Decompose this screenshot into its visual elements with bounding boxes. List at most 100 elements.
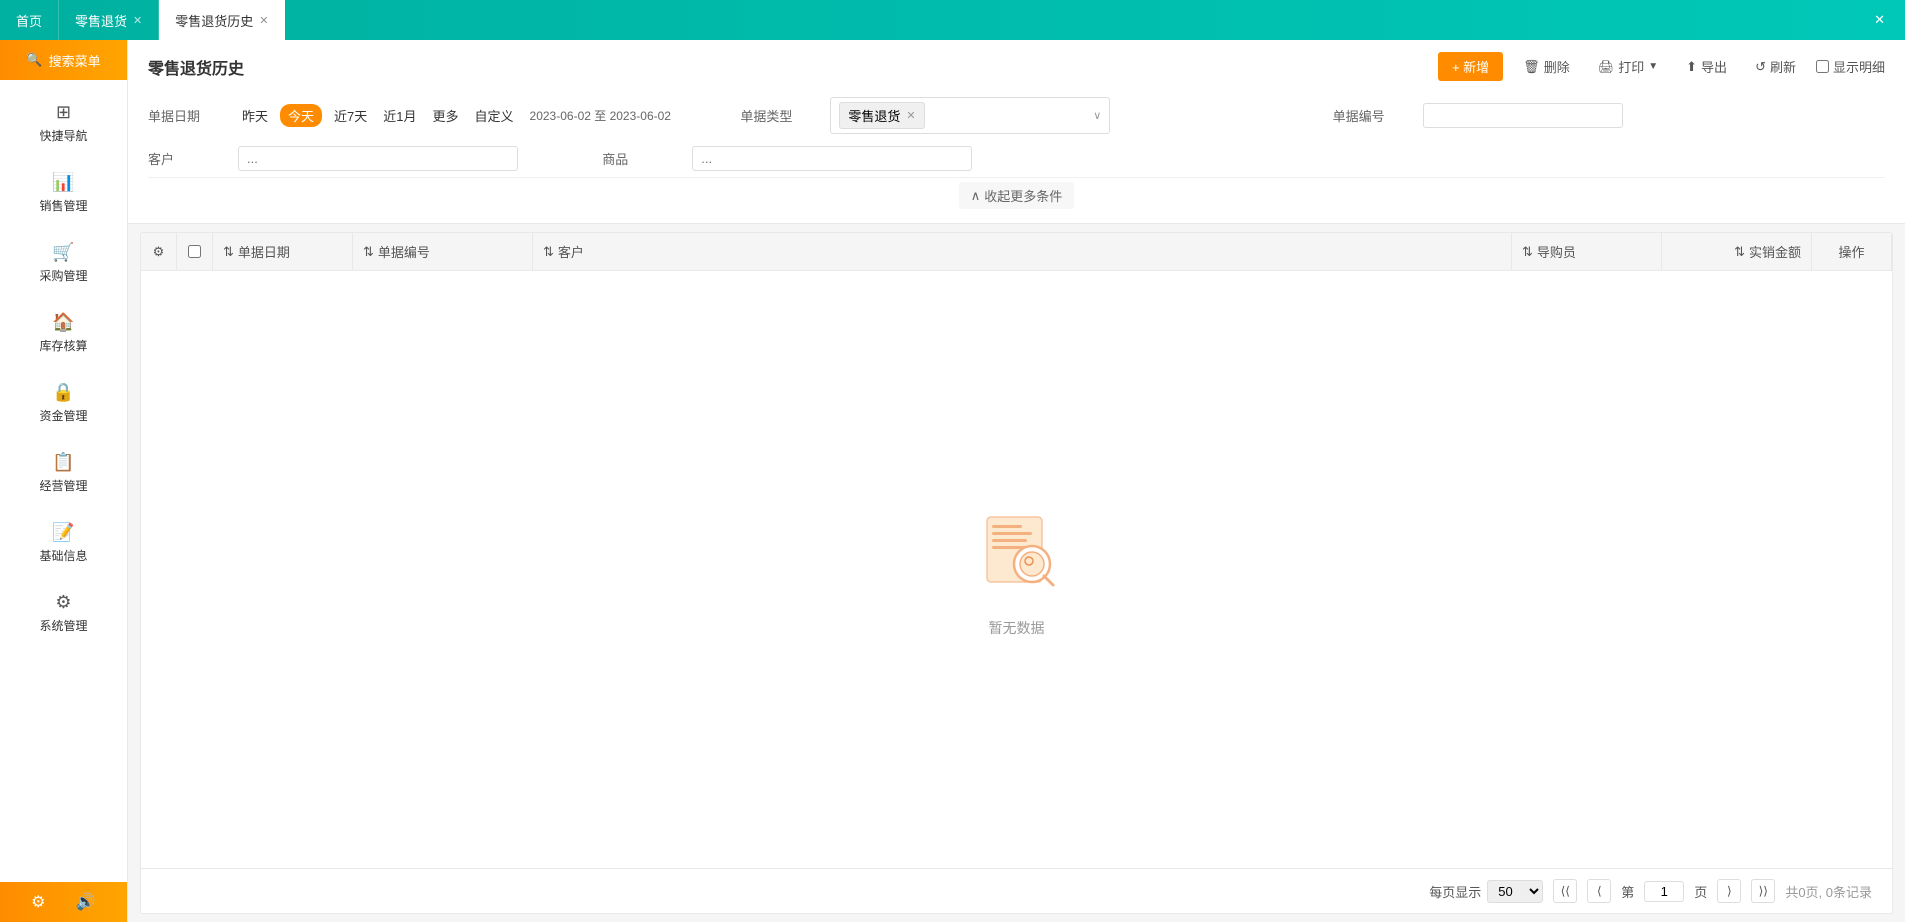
- basic-info-icon: 📝: [52, 522, 74, 543]
- goods-filter-input[interactable]: [692, 146, 972, 171]
- th-amount[interactable]: ⇅ 实销金额: [1662, 233, 1812, 270]
- date-opt-1month[interactable]: 近1月: [379, 104, 420, 127]
- date-opt-today[interactable]: 今天: [280, 104, 322, 127]
- page-size-label: 每页显示: [1429, 882, 1481, 901]
- th-date[interactable]: ⇅ 单据日期: [213, 233, 353, 270]
- customer-filter-label: 客户: [148, 149, 228, 168]
- sidebar-item-sales-mgmt[interactable]: 📊 销售管理: [0, 158, 127, 228]
- filter-cell-number: 单据编号: [1333, 103, 1885, 128]
- sidebar-footer: ⚙ 🔊: [0, 882, 127, 922]
- th-action-text: 操作: [1838, 242, 1864, 261]
- audio-footer-icon[interactable]: 🔊: [76, 892, 96, 912]
- sidebar-item-inventory[interactable]: 🏠 库存核算: [0, 298, 127, 368]
- page-number-input[interactable]: [1644, 881, 1684, 902]
- date-opt-custom[interactable]: 自定义: [471, 104, 518, 127]
- sidebar-item-quick-nav[interactable]: ⊞ 快捷导航: [0, 88, 127, 158]
- total-info: 共0页, 0条记录: [1785, 882, 1872, 901]
- table-header: ⚙ ⇅ 单据日期 ⇅ 单据编号 ⇅ 客户 ⇅: [141, 233, 1892, 271]
- sidebar-search[interactable]: 🔍 搜索菜单: [0, 40, 127, 80]
- th-checkbox[interactable]: [177, 233, 213, 270]
- th-customer-sort: ⇅: [543, 244, 554, 260]
- th-guide[interactable]: ⇅ 导购员: [1512, 233, 1662, 270]
- page-label: 第: [1621, 882, 1634, 901]
- sidebar-item-finance[interactable]: 🔒 资金管理: [0, 368, 127, 438]
- top-bar-close[interactable]: ✕: [1874, 12, 1905, 28]
- add-button-label: + 新增: [1452, 57, 1489, 76]
- number-filter-input[interactable]: [1423, 103, 1623, 128]
- tab-retail-return[interactable]: 零售退货 ✕: [59, 0, 159, 40]
- display-detail-checkbox[interactable]: [1816, 60, 1829, 73]
- sidebar-item-basic-info-label: 基础信息: [39, 547, 87, 564]
- table-area: ⚙ ⇅ 单据日期 ⇅ 单据编号 ⇅ 客户 ⇅: [140, 232, 1893, 914]
- print-dropdown-icon: ▼: [1648, 61, 1658, 72]
- next-page-button[interactable]: ⟩: [1717, 879, 1741, 903]
- tab-retail-return-close[interactable]: ✕: [133, 14, 142, 27]
- display-detail-toggle[interactable]: 显示明细: [1816, 57, 1885, 76]
- add-button[interactable]: + 新增: [1438, 52, 1503, 81]
- sidebar-item-sys-mgmt-label: 系统管理: [39, 617, 87, 634]
- collapse-button[interactable]: ∧ 收起更多条件: [959, 182, 1075, 209]
- th-number[interactable]: ⇅ 单据编号: [353, 233, 533, 270]
- select-all-checkbox[interactable]: [188, 245, 201, 258]
- inventory-icon: 🏠: [52, 312, 74, 333]
- filter-row-1: 单据日期 昨天 今天 近7天 近1月 更多 自定义 2023-06-02 至 2…: [148, 91, 1885, 140]
- customer-filter-input[interactable]: [238, 146, 518, 171]
- delete-button[interactable]: 🗑 删除: [1515, 53, 1578, 80]
- sidebar-item-operations[interactable]: 📋 经营管理: [0, 438, 127, 508]
- print-button[interactable]: 🖨 打印 ▼: [1590, 53, 1666, 80]
- date-opt-7days[interactable]: 近7天: [330, 104, 371, 127]
- collapse-row: ∧ 收起更多条件: [148, 177, 1885, 213]
- pagination: 每页显示 20 50 100 ⟨⟨ ⟨ 第 页 ⟩ ⟩⟩ 共0页, 0条记录: [141, 868, 1892, 913]
- last-page-button[interactable]: ⟩⟩: [1751, 879, 1775, 903]
- th-action: 操作: [1812, 233, 1892, 270]
- first-page-button[interactable]: ⟨⟨: [1553, 879, 1577, 903]
- th-date-text: 单据日期: [238, 242, 290, 261]
- settings-icon: ⚙: [153, 244, 165, 260]
- th-settings[interactable]: ⚙: [141, 233, 177, 270]
- sidebar-item-finance-label: 资金管理: [39, 407, 87, 424]
- th-number-text: 单据编号: [378, 242, 430, 261]
- filter-cell-date: 单据日期 昨天 今天 近7天 近1月 更多 自定义 2023-06-02 至 2…: [148, 104, 700, 127]
- prev-page-button[interactable]: ⟨: [1587, 879, 1611, 903]
- date-opt-more[interactable]: 更多: [429, 104, 463, 127]
- page-unit: 页: [1694, 882, 1707, 901]
- table-body: 暂无数据: [141, 271, 1892, 868]
- page-size-dropdown[interactable]: 20 50 100: [1487, 880, 1543, 903]
- sidebar-item-basic-info[interactable]: 📝 基础信息: [0, 508, 127, 578]
- tab-retail-return-history[interactable]: 零售退货历史 ✕: [159, 0, 285, 40]
- export-button[interactable]: ⬆ 导出: [1678, 53, 1735, 80]
- th-guide-sort: ⇅: [1522, 244, 1533, 260]
- date-opt-yesterday[interactable]: 昨天: [238, 104, 272, 127]
- sidebar-item-sys-mgmt[interactable]: ⚙ 系统管理: [0, 578, 127, 648]
- finance-icon: 🔒: [52, 382, 74, 403]
- th-customer[interactable]: ⇅ 客户: [533, 233, 1512, 270]
- settings-footer-icon[interactable]: ⚙: [31, 892, 45, 912]
- sales-mgmt-icon: 📊: [52, 172, 74, 193]
- delete-button-label: 删除: [1544, 57, 1570, 76]
- tab-retail-return-history-close[interactable]: ✕: [259, 14, 268, 27]
- empty-text: 暂无数据: [989, 618, 1045, 638]
- page-title-row: 零售退货历史 + 新增 🗑 删除 🖨 打印 ▼ ⬆: [148, 52, 1885, 81]
- type-tag-remove[interactable]: ✕: [906, 109, 915, 122]
- type-select[interactable]: 零售退货 ✕ ∨: [830, 97, 1110, 134]
- number-filter-label: 单据编号: [1333, 106, 1413, 125]
- tab-retail-return-history-label: 零售退货历史: [175, 11, 253, 30]
- page-size-select: 每页显示 20 50 100: [1429, 880, 1543, 903]
- filter-cell-goods: 商品: [602, 146, 1016, 171]
- date-range-display: 2023-06-02 至 2023-06-02: [530, 107, 671, 124]
- tab-home[interactable]: 首页: [0, 0, 59, 40]
- sidebar-item-purchase-mgmt[interactable]: 🛒 采购管理: [0, 228, 127, 298]
- collapse-icon: ∧: [971, 188, 981, 204]
- empty-illustration: [967, 502, 1067, 602]
- sys-mgmt-icon: ⚙: [55, 592, 71, 613]
- quick-nav-icon: ⊞: [56, 102, 71, 123]
- content-area: 零售退货历史 + 新增 🗑 删除 🖨 打印 ▼ ⬆: [128, 40, 1905, 922]
- refresh-button[interactable]: ↺ 刷新: [1747, 53, 1804, 80]
- sidebar-item-sales-mgmt-label: 销售管理: [39, 197, 87, 214]
- date-filter-label: 单据日期: [148, 106, 228, 125]
- refresh-icon: ↺: [1755, 59, 1766, 75]
- toolbar: + 新增 🗑 删除 🖨 打印 ▼ ⬆ 导出: [1438, 52, 1885, 81]
- display-detail-label: 显示明细: [1833, 57, 1885, 76]
- goods-filter-label: 商品: [602, 149, 682, 168]
- print-button-label: 打印: [1618, 57, 1644, 76]
